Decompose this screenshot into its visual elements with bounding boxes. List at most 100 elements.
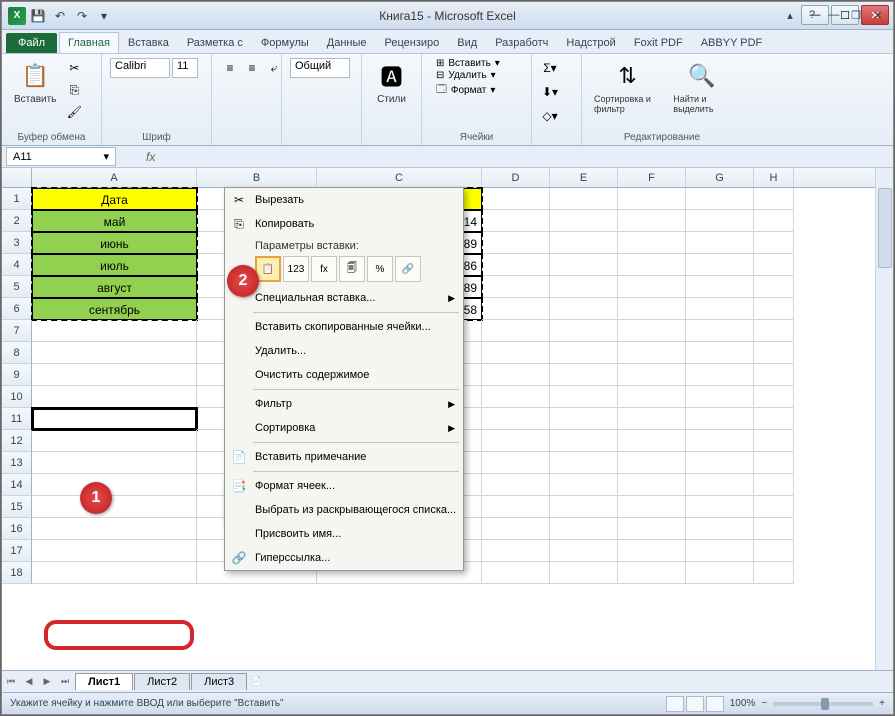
cell[interactable] <box>686 276 754 298</box>
cell[interactable] <box>686 210 754 232</box>
cell[interactable] <box>550 430 618 452</box>
cell[interactable] <box>686 408 754 430</box>
styles-button[interactable]: 🅰 Стили <box>370 58 413 107</box>
cell[interactable] <box>686 474 754 496</box>
cell[interactable] <box>482 540 550 562</box>
cell[interactable] <box>482 386 550 408</box>
ctx-comment[interactable]: 📄Вставить примечание <box>225 445 463 469</box>
file-tab[interactable]: Файл <box>6 33 57 53</box>
cell[interactable] <box>550 496 618 518</box>
font-size-select[interactable]: 11 <box>172 58 198 78</box>
tab-home[interactable]: Главная <box>59 32 119 53</box>
row-header[interactable]: 5 <box>2 276 32 298</box>
row-header[interactable]: 10 <box>2 386 32 408</box>
col-header[interactable]: A <box>32 168 197 187</box>
cell[interactable] <box>550 386 618 408</box>
cell[interactable] <box>32 518 197 540</box>
cell[interactable] <box>618 518 686 540</box>
cell[interactable] <box>754 188 794 210</box>
cell[interactable] <box>482 298 550 320</box>
new-sheet-button[interactable]: 📄 <box>247 673 265 691</box>
namebox-dropdown-icon[interactable]: ▾ <box>103 150 109 163</box>
cell[interactable] <box>618 188 686 210</box>
col-header[interactable]: D <box>482 168 550 187</box>
cell[interactable] <box>32 474 197 496</box>
cell[interactable] <box>550 320 618 342</box>
cell[interactable] <box>686 254 754 276</box>
row-header[interactable]: 18 <box>2 562 32 584</box>
number-format-select[interactable]: Общий <box>290 58 350 78</box>
cell[interactable] <box>618 232 686 254</box>
row-header[interactable]: 7 <box>2 320 32 342</box>
window-restore-icon[interactable]: ❐ <box>847 6 865 24</box>
cell[interactable] <box>550 364 618 386</box>
paste-normal-button[interactable]: 📋 <box>255 256 281 282</box>
cell[interactable] <box>686 364 754 386</box>
cell[interactable] <box>754 364 794 386</box>
tab-abbyy[interactable]: ABBYY PDF <box>692 32 772 53</box>
cell[interactable] <box>686 562 754 584</box>
ctx-delete[interactable]: Удалить... <box>225 339 463 363</box>
cell[interactable] <box>618 320 686 342</box>
col-header[interactable]: G <box>686 168 754 187</box>
cell[interactable]: август <box>32 276 197 298</box>
ctx-cut[interactable]: ✂Вырезать <box>225 188 463 212</box>
row-header[interactable]: 14 <box>2 474 32 496</box>
cell[interactable] <box>482 518 550 540</box>
format-painter-button[interactable]: 🖌 <box>64 102 84 122</box>
align-mid-icon[interactable]: ≡ <box>242 58 262 78</box>
cell[interactable] <box>32 386 197 408</box>
cell[interactable] <box>550 474 618 496</box>
help-icon[interactable]: ? <box>803 6 821 24</box>
cell[interactable] <box>618 386 686 408</box>
clear-button[interactable]: ◇▾ <box>540 106 560 126</box>
tab-formulas[interactable]: Формулы <box>252 32 318 53</box>
cell[interactable] <box>482 452 550 474</box>
undo-button[interactable]: ↶ <box>50 6 70 26</box>
cell[interactable] <box>686 496 754 518</box>
cell[interactable] <box>32 452 197 474</box>
row-header[interactable]: 3 <box>2 232 32 254</box>
cell[interactable] <box>32 364 197 386</box>
row-header[interactable]: 11 <box>2 408 32 430</box>
cell[interactable] <box>32 320 197 342</box>
cell[interactable] <box>686 430 754 452</box>
cell[interactable] <box>754 342 794 364</box>
cell[interactable]: Дата <box>32 188 197 210</box>
sheet-tab[interactable]: Лист2 <box>134 673 190 690</box>
cell[interactable] <box>550 562 618 584</box>
window-close-icon[interactable]: ✕ <box>869 6 887 24</box>
cell[interactable]: сентябрь <box>32 298 197 320</box>
row-header[interactable]: 8 <box>2 342 32 364</box>
cell[interactable] <box>686 320 754 342</box>
cell[interactable] <box>686 298 754 320</box>
cell[interactable] <box>550 254 618 276</box>
tab-layout[interactable]: Разметка с <box>178 32 252 53</box>
minimize-ribbon-icon[interactable]: ▴ <box>781 6 799 24</box>
cell[interactable] <box>686 342 754 364</box>
cut-button[interactable]: ✂ <box>64 58 84 78</box>
cell[interactable] <box>32 430 197 452</box>
cell[interactable] <box>686 232 754 254</box>
cell[interactable]: июль <box>32 254 197 276</box>
cell[interactable] <box>482 254 550 276</box>
name-box[interactable]: A11▾ <box>6 147 116 166</box>
sheet-nav-next[interactable]: ▶ <box>38 673 56 691</box>
wrap-icon[interactable]: ⤶ <box>264 58 284 78</box>
cell[interactable]: июнь <box>32 232 197 254</box>
zoom-out-button[interactable]: − <box>761 698 767 709</box>
autosum-button[interactable]: Σ▾ <box>540 58 560 78</box>
ctx-copy[interactable]: ⎘Копировать <box>225 212 463 236</box>
row-header[interactable]: 6 <box>2 298 32 320</box>
cell[interactable] <box>550 452 618 474</box>
cell[interactable] <box>686 386 754 408</box>
ctx-insert-copied[interactable]: Вставить скопированные ячейки... <box>225 315 463 339</box>
cell[interactable] <box>754 562 794 584</box>
save-button[interactable]: 💾 <box>28 6 48 26</box>
col-header[interactable]: C <box>317 168 482 187</box>
sheet-tab[interactable]: Лист1 <box>75 673 133 690</box>
cell[interactable] <box>618 430 686 452</box>
cell[interactable] <box>32 342 197 364</box>
tab-data[interactable]: Данные <box>318 32 376 53</box>
tab-addins[interactable]: Надстрой <box>557 32 624 53</box>
